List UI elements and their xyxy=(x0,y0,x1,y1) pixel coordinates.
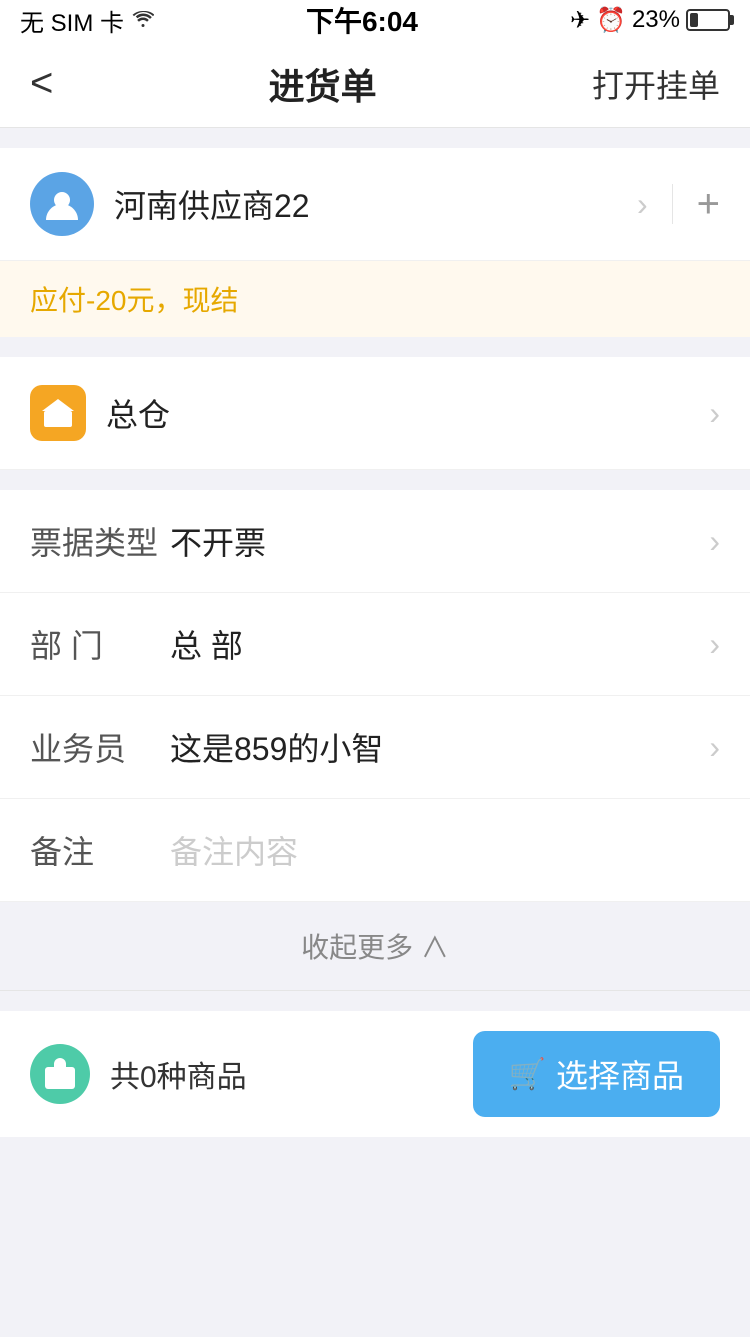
invoice-type-row[interactable]: 票据类型 不开票 › xyxy=(0,490,750,593)
location-icon: ✈ xyxy=(570,6,590,35)
product-count-label: 共0种商品 xyxy=(110,1052,453,1096)
notice-text: 应付-20元，现结 xyxy=(30,285,238,316)
salesperson-label: 业务员 xyxy=(30,724,170,770)
department-value: 总 部 xyxy=(170,621,709,667)
salesperson-row[interactable]: 业务员 这是859的小智 › xyxy=(0,696,750,799)
page-background xyxy=(0,1137,750,1337)
select-product-icon: 🛒 xyxy=(509,1057,546,1092)
status-time: 下午6:04 xyxy=(306,0,418,40)
invoice-type-value: 不开票 xyxy=(170,518,709,564)
divider xyxy=(672,184,673,224)
remark-input[interactable]: 备注内容 xyxy=(170,827,720,873)
select-product-label: 选择商品 xyxy=(556,1051,684,1097)
wifi-icon xyxy=(132,6,154,34)
back-button[interactable]: < xyxy=(30,61,53,106)
open-pending-button[interactable]: 打开挂单 xyxy=(592,61,720,107)
page-title: 进货单 xyxy=(269,58,377,110)
section-gap-4 xyxy=(0,991,750,1011)
status-right: ✈ ⏰ 23% xyxy=(570,6,730,35)
warehouse-row[interactable]: 总仓 › xyxy=(0,357,750,470)
supplier-name: 河南供应商22 xyxy=(114,181,637,227)
salesperson-value: 这是859的小智 xyxy=(170,724,709,770)
nav-bar: < 进货单 打开挂单 xyxy=(0,40,750,128)
section-gap-1 xyxy=(0,128,750,148)
warehouse-icon xyxy=(30,385,86,441)
collapse-row[interactable]: 收起更多 ∧ xyxy=(0,902,750,991)
alarm-icon: ⏰ xyxy=(596,6,626,35)
collapse-label: 收起更多 ∧ xyxy=(301,926,449,966)
add-supplier-button[interactable]: + xyxy=(697,182,720,227)
invoice-type-label: 票据类型 xyxy=(30,518,170,564)
battery-percent: 23% xyxy=(632,6,680,34)
department-label: 部 门 xyxy=(30,621,170,667)
department-row[interactable]: 部 门 总 部 › xyxy=(0,593,750,696)
warehouse-name: 总仓 xyxy=(106,390,709,436)
warehouse-chevron-icon: › xyxy=(709,395,720,432)
warehouse-section: 总仓 › xyxy=(0,357,750,470)
salesperson-chevron-icon: › xyxy=(709,729,720,766)
battery-icon xyxy=(686,9,730,31)
section-gap-2 xyxy=(0,337,750,357)
supplier-row[interactable]: 河南供应商22 › + xyxy=(0,148,750,261)
supplier-avatar xyxy=(30,172,94,236)
status-bar: 无 SIM 卡 下午6:04 ✈ ⏰ 23% xyxy=(0,0,750,40)
bottom-bar: 共0种商品 🛒 选择商品 xyxy=(0,1011,750,1137)
invoice-type-chevron-icon: › xyxy=(709,523,720,560)
product-icon xyxy=(30,1044,90,1104)
carrier-label: 无 SIM 卡 xyxy=(20,3,124,38)
department-chevron-icon: › xyxy=(709,626,720,663)
section-gap-3 xyxy=(0,470,750,490)
select-product-button[interactable]: 🛒 选择商品 xyxy=(473,1031,720,1117)
remark-label: 备注 xyxy=(30,827,170,873)
status-left: 无 SIM 卡 xyxy=(20,3,154,38)
notice-bar: 应付-20元，现结 xyxy=(0,261,750,337)
supplier-section: 河南供应商22 › + 应付-20元，现结 xyxy=(0,148,750,337)
supplier-chevron-icon: › xyxy=(637,186,648,223)
remark-row[interactable]: 备注 备注内容 xyxy=(0,799,750,902)
form-section: 票据类型 不开票 › 部 门 总 部 › 业务员 这是859的小智 › 备注 备… xyxy=(0,490,750,902)
